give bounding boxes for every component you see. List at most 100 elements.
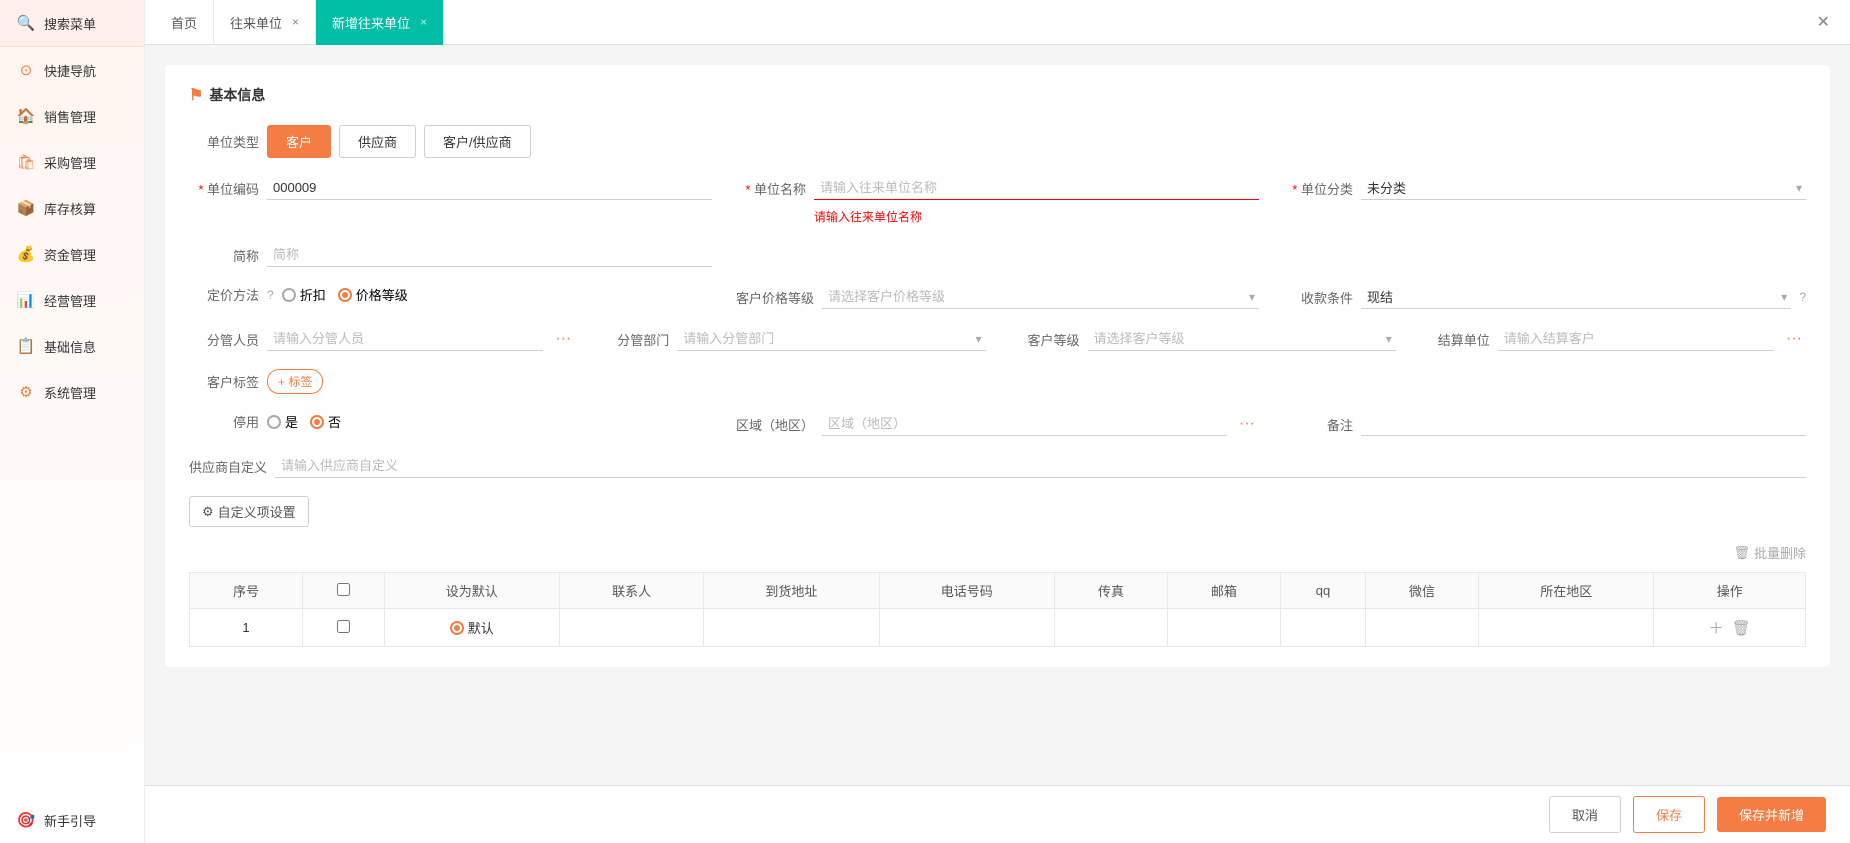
unit-category-select[interactable]: ▾ <box>1361 176 1806 200</box>
price-level-chevron[interactable]: ▾ <box>1245 290 1259 304</box>
customer-price-level-select[interactable]: ▾ <box>822 285 1259 309</box>
guide-icon: 🎯 <box>16 810 36 830</box>
customer-level-field: 客户等级 ▾ <box>1010 327 1396 351</box>
payment-terms-select[interactable]: ▾ <box>1361 285 1791 309</box>
delete-icon: 🗑 <box>1733 545 1750 561</box>
batch-delete-button[interactable]: 🗑 批量删除 <box>1733 543 1806 562</box>
sidebar-item-operations[interactable]: 📊 经营管理 <box>0 277 144 323</box>
customer-level-chevron[interactable]: ▾ <box>1382 332 1396 346</box>
row-wechat[interactable] <box>1366 609 1479 647</box>
supplier-custom-row: 供应商自定义 <box>189 454 1806 478</box>
col-ops: 操作 <box>1654 573 1806 609</box>
tab-new-partner[interactable]: 新增往来单位 × <box>316 0 444 45</box>
department-input[interactable] <box>677 327 971 350</box>
pricing-help-icon[interactable]: ? <box>267 288 274 302</box>
col-address: 到货地址 <box>704 573 879 609</box>
tag-label: 客户标签 <box>189 372 259 391</box>
unit-name-input[interactable] <box>814 176 1259 200</box>
radio-yes[interactable]: 是 <box>267 412 298 431</box>
customer-price-level-field: 客户价格等级 ▾ <box>736 285 1259 309</box>
radio-no[interactable]: 否 <box>310 412 341 431</box>
row-fax[interactable] <box>1055 609 1168 647</box>
region-more-icon[interactable]: ··· <box>1235 415 1259 433</box>
radio-discount[interactable]: 折扣 <box>282 285 326 304</box>
customer-price-level-input[interactable] <box>822 285 1245 308</box>
btn-customer[interactable]: 客户 <box>267 125 331 158</box>
unit-code-input[interactable] <box>267 176 712 200</box>
settings-gear-icon: ⚙ <box>202 504 214 520</box>
settlement-more-icon[interactable]: ··· <box>1782 330 1806 348</box>
del-row-icon[interactable]: 🗑 <box>1732 619 1751 637</box>
tab-partner-close[interactable]: × <box>292 15 299 29</box>
window-close-icon[interactable]: ✕ <box>1807 12 1840 32</box>
btn-both[interactable]: 客户/供应商 <box>424 125 531 158</box>
sidebar-item-system[interactable]: ⚙ 系统管理 <box>0 369 144 415</box>
row-select-checkbox[interactable] <box>337 620 350 633</box>
unit-name-error: 请输入往来单位名称 <box>814 210 922 224</box>
row-checkbox[interactable] <box>302 609 384 647</box>
region-input[interactable] <box>822 412 1227 436</box>
department-chevron[interactable]: ▾ <box>971 332 985 346</box>
manager-input[interactable] <box>267 327 543 351</box>
custom-settings-button[interactable]: ⚙ 自定义项设置 <box>189 496 309 527</box>
sidebar-item-quicknav[interactable]: ⊙ 快捷导航 <box>0 47 144 93</box>
custom-settings-row: ⚙ 自定义项设置 <box>189 496 1806 527</box>
sidebar-sales-label: 销售管理 <box>44 107 96 126</box>
sidebar-item-basic[interactable]: 📋 基础信息 <box>0 323 144 369</box>
sidebar-item-search[interactable]: 🔍 搜索菜单 <box>0 0 144 47</box>
sidebar-item-sales[interactable]: 🏠 销售管理 <box>0 93 144 139</box>
sidebar-item-inventory[interactable]: 📦 库存核算 <box>0 185 144 231</box>
unit-name-field: 单位名称 请输入往来单位名称 <box>736 176 1259 225</box>
short-name-input[interactable] <box>267 243 712 267</box>
code-name-category-row: 单位编码 单位名称 请输入往来单位名称 单位分类 ▾ <box>189 176 1806 225</box>
basic-icon: 📋 <box>16 336 36 356</box>
operations-icon: 📊 <box>16 290 36 310</box>
payment-terms-help-icon[interactable]: ? <box>1799 290 1806 304</box>
tab-home[interactable]: 首页 <box>155 0 214 45</box>
row-phone[interactable] <box>879 609 1054 647</box>
row-default-radio[interactable]: 默认 <box>395 618 549 637</box>
add-row-icon[interactable]: ＋ <box>1709 617 1724 638</box>
row-qq[interactable] <box>1280 609 1365 647</box>
row-contact[interactable] <box>560 609 704 647</box>
sidebar-item-finance[interactable]: 💰 资金管理 <box>0 231 144 277</box>
sidebar-item-purchase[interactable]: 🛍 采购管理 <box>0 139 144 185</box>
payment-terms-chevron[interactable]: ▾ <box>1777 290 1791 304</box>
payment-terms-input[interactable] <box>1361 285 1777 308</box>
sidebar-finance-label: 资金管理 <box>44 245 96 264</box>
tab-new-partner-close[interactable]: × <box>420 15 427 29</box>
col-contact: 联系人 <box>560 573 704 609</box>
department-field: 分管部门 ▾ <box>599 327 985 351</box>
sidebar-item-guide[interactable]: 🎯 新手引导 <box>0 797 144 843</box>
settlement-field: 结算单位 ··· <box>1420 327 1806 351</box>
customer-level-select[interactable]: ▾ <box>1088 327 1396 351</box>
row-default: 默认 <box>384 609 559 647</box>
save-button[interactable]: 保存 <box>1633 796 1705 833</box>
settlement-input[interactable] <box>1498 327 1774 351</box>
table-header-row: 序号 设为默认 联系人 到货地址 电话号码 传真 邮箱 qq 微信 所在地区 操… <box>190 573 1806 609</box>
btn-supplier[interactable]: 供应商 <box>339 125 416 158</box>
row-region[interactable] <box>1479 609 1654 647</box>
select-all-checkbox[interactable] <box>337 583 350 596</box>
main-area: 首页 往来单位 × 新增往来单位 × ✕ ⚑ 基本信息 单位类型 客户 <box>145 0 1850 843</box>
row-address[interactable] <box>704 609 879 647</box>
sidebar-inventory-label: 库存核算 <box>44 199 96 218</box>
save-add-button[interactable]: 保存并新增 <box>1717 797 1826 832</box>
remark-input[interactable] <box>1361 412 1806 436</box>
radio-price-level[interactable]: 价格等级 <box>338 285 408 304</box>
region-label: 区域（地区） <box>736 415 814 434</box>
settlement-label: 结算单位 <box>1420 330 1490 349</box>
custom-settings-label: 自定义项设置 <box>218 502 296 521</box>
add-tag-button[interactable]: + 标签 <box>267 369 323 394</box>
tab-partner[interactable]: 往来单位 × <box>214 0 316 45</box>
col-no: 序号 <box>190 573 303 609</box>
manager-more-icon[interactable]: ··· <box>551 330 575 348</box>
department-select[interactable]: ▾ <box>677 327 985 351</box>
cancel-button[interactable]: 取消 <box>1549 796 1621 833</box>
unit-category-input[interactable] <box>1361 176 1792 199</box>
unit-category-chevron[interactable]: ▾ <box>1792 181 1806 195</box>
row-email[interactable] <box>1167 609 1280 647</box>
supplier-custom-input[interactable] <box>275 454 1806 478</box>
customer-level-input[interactable] <box>1088 327 1382 350</box>
unit-type-row: 单位类型 客户 供应商 客户/供应商 <box>189 125 1806 158</box>
